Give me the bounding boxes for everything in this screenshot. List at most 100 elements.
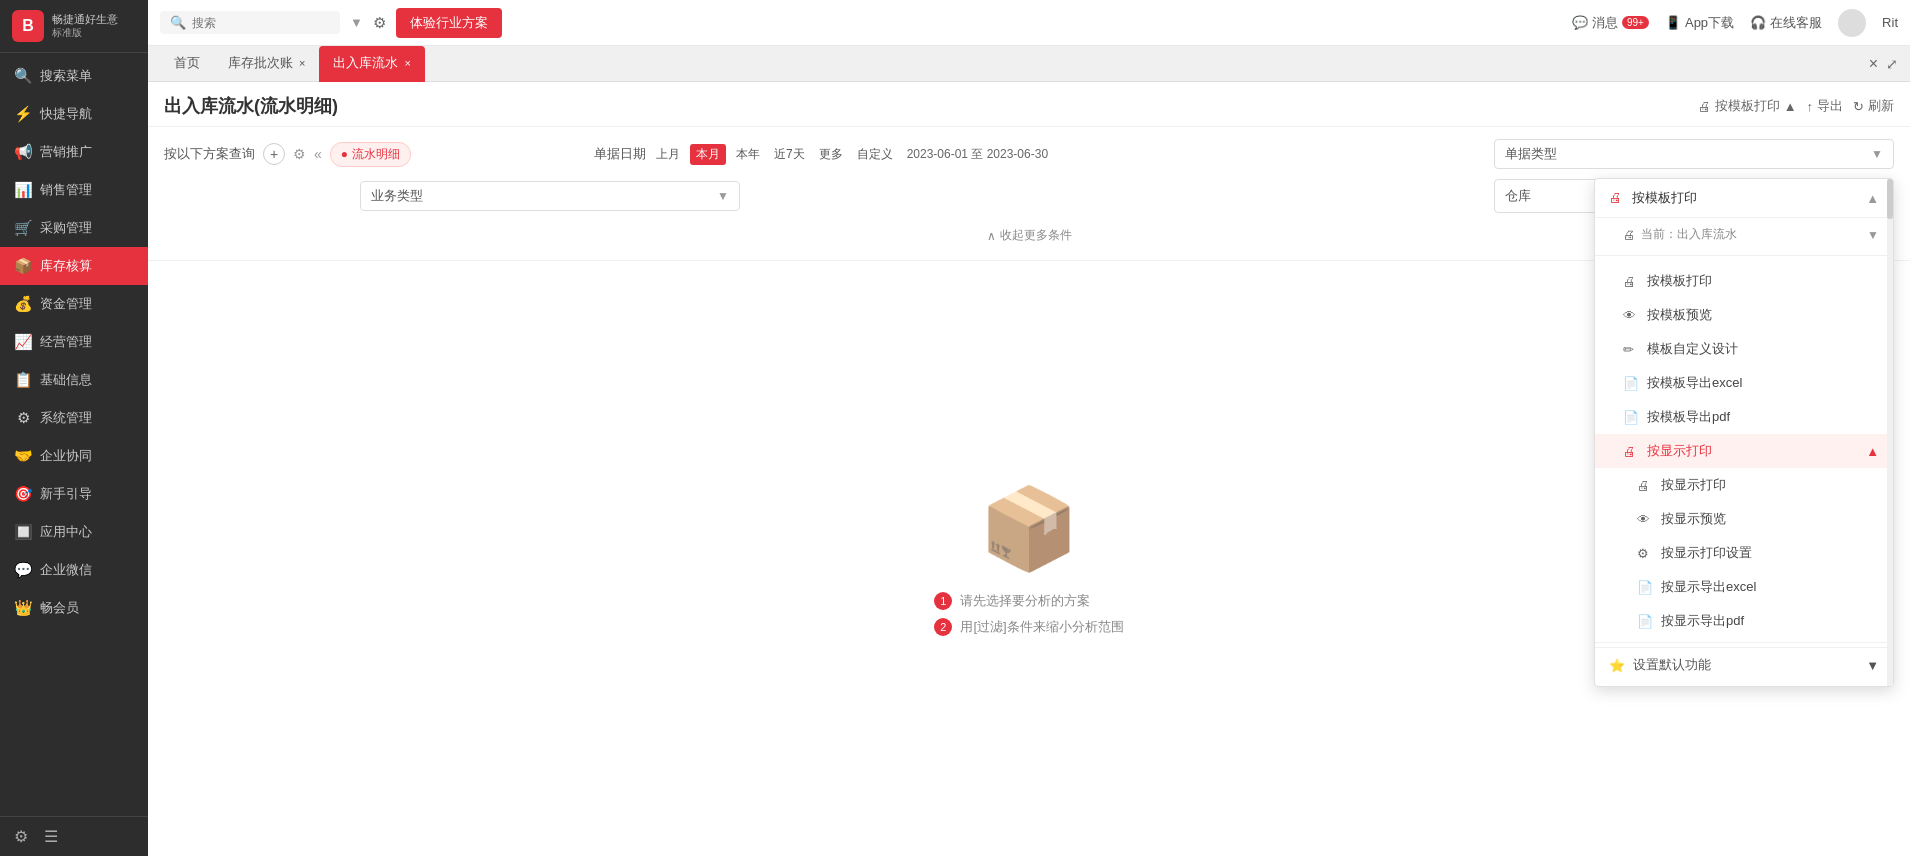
sidebar-item-quick-nav[interactable]: ⚡ 快捷导航 [0,95,148,133]
business-type-filter[interactable]: 业务类型 ▼ [360,181,740,211]
dropdown-item-display-print[interactable]: 🖨 按显示打印 [1595,468,1893,502]
user-avatar[interactable] [1838,9,1866,37]
dropdown-label-set-default: 设置默认功能 [1633,656,1711,674]
sidebar-item-finance[interactable]: 💰 资金管理 [0,285,148,323]
date-btn-本月[interactable]: 本月 [690,144,726,165]
dropdown-icon-template-design: ✏ [1623,342,1639,357]
date-btn-更多[interactable]: 更多 [815,144,847,165]
settings-icon[interactable]: ⚙ [14,827,28,846]
dropdown-icon-template-print: 🖨 [1623,274,1639,289]
sidebar-item-operations[interactable]: 📈 经营管理 [0,323,148,361]
sidebar-item-basic[interactable]: 📋 基础信息 [0,361,148,399]
sidebar-icon-finance: 💰 [14,295,32,313]
filter-section-left: 按以下方案查询 + ⚙ « ● 流水明细 [164,142,578,167]
filter-gear-icon[interactable]: ⚙ [293,146,306,162]
sidebar-item-cooperation[interactable]: 🤝 企业协同 [0,437,148,475]
sidebar-icon-purchase: 🛒 [14,219,32,237]
dropdown-item-display-print-settings[interactable]: ⚙ 按显示打印设置 [1595,536,1893,570]
sidebar-item-member[interactable]: 👑 畅会员 [0,589,148,627]
sidebar-label-apps: 应用中心 [40,523,92,541]
dropdown-divider-footer [1595,642,1893,643]
online-service-button[interactable]: 🎧 在线客服 [1750,14,1822,32]
date-btn-上月[interactable]: 上月 [652,144,684,165]
page-header: 出入库流水(流水明细) 🖨 按模板打印 ▲ ↑ 导出 ↻ 刷新 [148,82,1910,127]
dropdown-icon-template-preview: 👁 [1623,308,1639,323]
dropdown-label-template-print: 按模板打印 [1647,272,1712,290]
tab-batch-account[interactable]: 库存批次账 × [214,46,319,82]
tab-close-flow[interactable]: × [404,57,410,69]
sidebar-item-guide[interactable]: 🎯 新手引导 [0,475,148,513]
dropdown-item-template-print[interactable]: 🖨 按模板打印 [1595,264,1893,298]
tab-flow[interactable]: 出入库流水 × [319,46,424,82]
print-template-button[interactable]: 🖨 按模板打印 ▲ [1698,97,1797,115]
date-btn-近7天[interactable]: 近7天 [770,144,809,165]
export-button[interactable]: ↑ 导出 [1807,97,1844,115]
step-2-text: 用[过滤]条件来缩小分析范围 [960,618,1123,636]
dropdown-label-display-export-excel: 按显示导出excel [1661,578,1756,596]
online-service-label: 在线客服 [1770,14,1822,32]
business-arrow-icon: ▼ [717,189,729,203]
tab-bar-close-icon[interactable]: × [1869,55,1878,73]
collapse-label: 收起更多条件 [1000,227,1072,244]
filter-tag-label: 流水明细 [352,146,400,163]
sidebar-item-search[interactable]: 🔍 搜索菜单 [0,57,148,95]
topbar-search[interactable]: 🔍 [160,11,340,34]
filter-collapse-icon[interactable]: « [314,146,322,162]
filter-label: 按以下方案查询 [164,145,255,163]
dropdown-item-template-preview[interactable]: 👁 按模板预览 [1595,298,1893,332]
dropdown-item-template-design[interactable]: ✏ 模板自定义设计 [1595,332,1893,366]
filter-tag-flow[interactable]: ● 流水明细 [330,142,411,167]
tab-label-flow: 出入库流水 [333,54,398,72]
topbar-dropdown-icon[interactable]: ▼ [350,15,363,30]
dropdown-item-template-export-pdf[interactable]: 📄 按模板导出pdf [1595,400,1893,434]
tab-close-batch-account[interactable]: × [299,57,305,69]
sidebar-bottom: ⚙ ☰ [0,816,148,856]
sidebar-label-sales: 销售管理 [40,181,92,199]
tab-home[interactable]: 首页 [160,46,214,82]
sidebar-label-system: 系统管理 [40,409,92,427]
empty-steps: 1 请先选择要分析的方案 2 用[过滤]条件来缩小分析范围 [934,592,1123,636]
page-title: 出入库流水(流水明细) [164,94,338,118]
app-logo-icon: B [12,10,44,42]
scroll-track[interactable] [1887,179,1893,686]
dropdown-item-display-export-excel[interactable]: 📄 按显示导出excel [1595,570,1893,604]
doc-type-filter[interactable]: 单据类型 ▼ [1494,139,1894,169]
sidebar-item-purchase[interactable]: 🛒 采购管理 [0,209,148,247]
sidebar-label-quick-nav: 快捷导航 [40,105,92,123]
topbar-gear-icon[interactable]: ⚙ [373,14,386,32]
app-download-button[interactable]: 📱 App下载 [1665,14,1734,32]
tab-bar-expand-icon[interactable]: ⤢ [1886,56,1898,72]
refresh-label: 刷新 [1868,97,1894,115]
sidebar-item-system[interactable]: ⚙ 系统管理 [0,399,148,437]
collapse-button[interactable]: ∧ 收起更多条件 [987,227,1072,244]
scroll-thumb[interactable] [1887,179,1893,219]
date-btn-自定义[interactable]: 自定义 [853,144,897,165]
dropdown-item-template-export-excel[interactable]: 📄 按模板导出excel [1595,366,1893,400]
sidebar-icon-apps: 🔲 [14,523,32,541]
dropdown-close-icon[interactable]: ▲ [1866,191,1879,206]
dropdown-item-display-print-group[interactable]: 🖨 按显示打印 ▲ [1595,434,1893,468]
tab-label-batch-account: 库存批次账 [228,54,293,72]
sidebar-item-marketing[interactable]: 📢 营销推广 [0,133,148,171]
refresh-icon: ↻ [1853,99,1864,114]
sidebar-item-sales[interactable]: 📊 销售管理 [0,171,148,209]
menu-toggle-icon[interactable]: ☰ [44,827,58,846]
message-button[interactable]: 💬 消息 99+ [1572,14,1649,32]
industry-solution-button[interactable]: 体验行业方案 [396,8,502,38]
dropdown-icon-display-export-pdf: 📄 [1637,614,1653,629]
date-btn-本年[interactable]: 本年 [732,144,764,165]
dropdown-item-display-preview[interactable]: 👁 按显示预览 [1595,502,1893,536]
dropdown-item-display-export-pdf[interactable]: 📄 按显示导出pdf [1595,604,1893,638]
dropdown-label-display-print: 按显示打印 [1661,476,1726,494]
refresh-button[interactable]: ↻ 刷新 [1853,97,1894,115]
search-input[interactable] [192,16,312,30]
filter-add-button[interactable]: + [263,143,285,165]
dropdown-current-item[interactable]: 🖨 当前：出入库流水 ▼ [1595,218,1893,251]
sidebar-item-inventory[interactable]: 📦 库存核算 [0,247,148,285]
sidebar-item-wechat[interactable]: 💬 企业微信 [0,551,148,589]
dropdown-label-template-design: 模板自定义设计 [1647,340,1738,358]
dropdown-item-set-default[interactable]: ⭐ 设置默认功能 ▼ [1595,647,1893,682]
sidebar-item-apps[interactable]: 🔲 应用中心 [0,513,148,551]
sidebar-label-finance: 资金管理 [40,295,92,313]
dropdown-current-label: 当前：出入库流水 [1641,226,1737,243]
